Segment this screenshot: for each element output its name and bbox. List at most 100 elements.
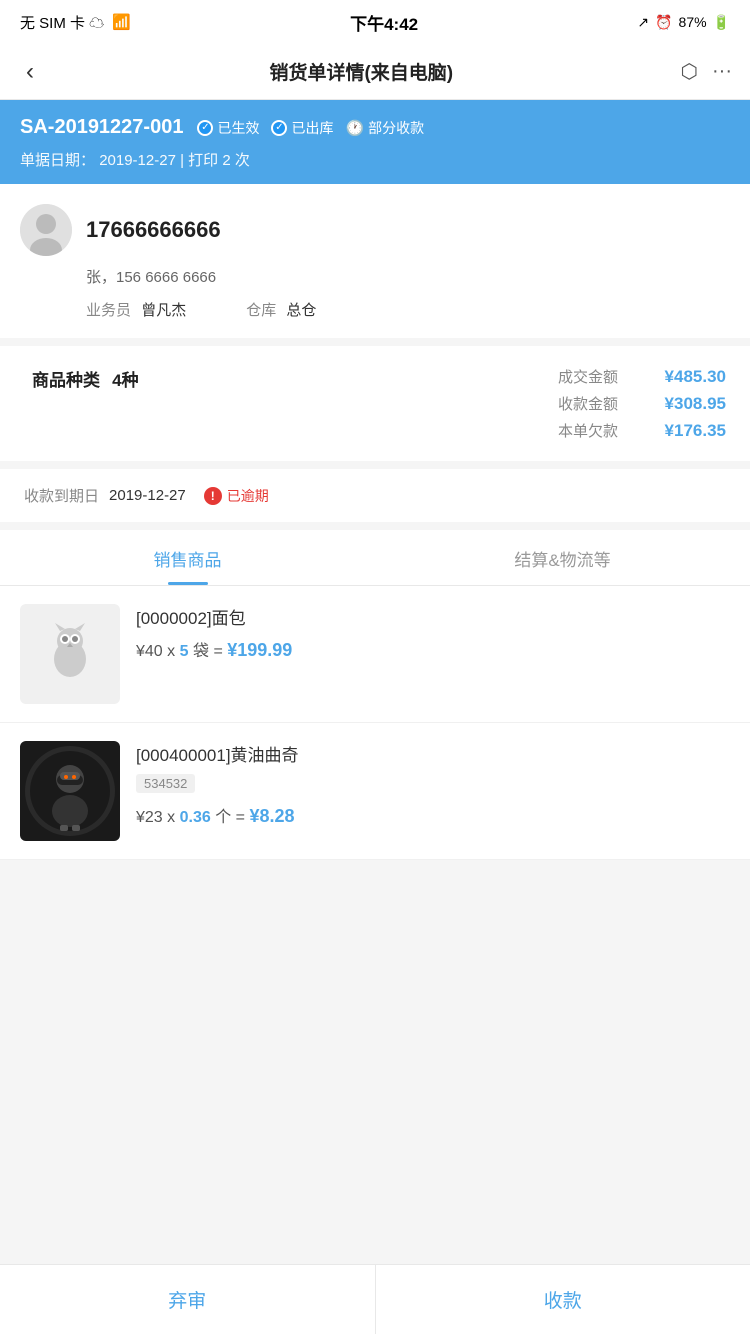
- sales-name: 曾凡杰: [141, 302, 186, 319]
- doc-date: 2019-12-27: [99, 152, 176, 169]
- product-price-1: ¥40 x 5 袋 = ¥199.99: [136, 637, 730, 661]
- alarm-icon: ⏰: [655, 14, 672, 31]
- sales-label: 业务员: [86, 302, 131, 319]
- product-price-val-2: ¥23: [136, 809, 163, 826]
- product-item-2: [000400001]黄油曲奇 534532 ¥23 x 0.36 个 = ¥8…: [0, 723, 750, 860]
- product-image-1: [35, 619, 105, 689]
- product-equals-2: =: [236, 809, 250, 826]
- product-info-2: [000400001]黄油曲奇 534532 ¥23 x 0.36 个 = ¥8…: [136, 741, 730, 827]
- avatar: [20, 204, 72, 256]
- doc-header: SA-20191227-001 ✓ 已生效 ✓ 已出库 🕐 部分收款 单据日期：…: [0, 100, 750, 184]
- owed-value: ¥176.35: [636, 421, 726, 441]
- battery-percent: 87%: [679, 14, 707, 30]
- overdue-text: 已逾期: [227, 486, 269, 506]
- overdue-icon: !: [204, 487, 222, 505]
- product-price-x-2: x: [167, 809, 179, 826]
- status-bar: 无 SIM 卡 ☁ 📶 下午4:42 ↗ ⏰ 87% 🔋: [0, 0, 750, 44]
- product-image-2: [25, 746, 115, 836]
- summary-section: 商品种类 4种 成交金额 ¥485.30 收款金额 ¥308.95 本单欠款 ¥…: [0, 346, 750, 461]
- battery-icon: 🔋: [713, 14, 730, 31]
- back-button[interactable]: ‹: [18, 50, 42, 94]
- product-sku-2: 534532: [136, 774, 195, 793]
- tab-sales-products[interactable]: 销售商品: [0, 530, 375, 585]
- collected-value: ¥308.95: [636, 394, 726, 414]
- product-info-1: [0000002]面包 ¥40 x 5 袋 = ¥199.99: [136, 604, 730, 661]
- type-label: 商品种类: [32, 371, 100, 390]
- product-dark-img: [30, 751, 110, 831]
- due-date: 2019-12-27: [109, 487, 186, 504]
- wifi-icon: 📶: [112, 13, 131, 31]
- product-unit-1: 袋: [193, 643, 209, 660]
- product-price-val-1: ¥40: [136, 643, 163, 660]
- customer-phone: 17666666666: [86, 217, 221, 243]
- product-thumb-1: [20, 604, 120, 704]
- doc-header-row2: 单据日期： 2019-12-27 | 打印 2 次: [20, 149, 730, 170]
- nav-actions: ⬡ ···: [681, 59, 732, 84]
- product-list: [0000002]面包 ¥40 x 5 袋 = ¥199.99: [0, 586, 750, 860]
- badge-shipped: ✓ 已出库: [271, 118, 333, 138]
- product-equals-1: =: [213, 643, 227, 660]
- status-time: 下午4:42: [350, 10, 418, 35]
- status-left: 无 SIM 卡 ☁ 📶: [20, 12, 131, 33]
- warehouse-name: 总仓: [286, 302, 316, 319]
- bottom-bar: 弃审 收款: [0, 1264, 750, 1334]
- warehouse-label: 仓库: [246, 302, 276, 319]
- customer-sub: 张，156 6666 6666: [20, 266, 730, 287]
- product-total-1: ¥199.99: [227, 640, 292, 660]
- badge-active: ✓ 已生效: [197, 118, 259, 138]
- amount-label: 成交金额: [558, 366, 618, 387]
- product-qty-2: 0.36: [180, 809, 211, 826]
- badge-partial: 🕐 部分收款: [345, 118, 424, 138]
- avatar-icon: [20, 204, 72, 256]
- product-title-2: [000400001]黄油曲奇: [136, 741, 730, 766]
- print-suffix: 次: [235, 152, 250, 169]
- status-right: ↗ ⏰ 87% 🔋: [637, 14, 730, 31]
- summary-right: 成交金额 ¥485.30 收款金额 ¥308.95 本单欠款 ¥176.35: [558, 366, 726, 441]
- doc-badges: ✓ 已生效 ✓ 已出库 🕐 部分收款: [197, 118, 424, 138]
- page-title: 销货单详情(来自电脑): [42, 58, 681, 85]
- product-total-2: ¥8.28: [249, 806, 294, 826]
- product-price-x-1: x: [167, 643, 179, 660]
- sales-meta: 业务员 曾凡杰: [86, 299, 186, 320]
- location-icon: ↗: [637, 14, 649, 31]
- badge-partial-label: 部分收款: [368, 118, 424, 138]
- type-count: 4种: [112, 371, 138, 390]
- overdue-badge: ! 已逾期: [204, 486, 269, 506]
- product-unit-2: 个: [215, 809, 231, 826]
- collected-row: 收款金额 ¥308.95: [558, 393, 726, 414]
- summary-left: 商品种类 4种: [24, 366, 139, 391]
- check-icon-1: ✓: [197, 120, 213, 136]
- owed-label: 本单欠款: [558, 420, 618, 441]
- product-qty-1: 5: [180, 643, 189, 660]
- amount-row: 成交金额 ¥485.30: [558, 366, 726, 387]
- badge-shipped-label: 已出库: [291, 118, 333, 138]
- tab-settlement[interactable]: 结算&物流等: [375, 530, 750, 585]
- more-button[interactable]: ···: [712, 60, 732, 83]
- clock-icon: 🕐: [345, 119, 364, 137]
- confirm-button[interactable]: 收款: [376, 1265, 750, 1334]
- nav-bar: ‹ 销货单详情(来自电脑) ⬡ ···: [0, 44, 750, 100]
- customer-meta: 业务员 曾凡杰 仓库 总仓: [20, 299, 730, 320]
- due-section: 收款到期日 2019-12-27 ! 已逾期: [0, 469, 750, 522]
- print-count: 2: [222, 152, 230, 169]
- product-price-2: ¥23 x 0.36 个 = ¥8.28: [136, 803, 730, 827]
- customer-row1: 17666666666: [20, 204, 730, 256]
- check-icon-2: ✓: [271, 120, 287, 136]
- sim-label: 无 SIM 卡 ☁: [20, 12, 104, 33]
- collected-label: 收款金额: [558, 393, 618, 414]
- cancel-button[interactable]: 弃审: [0, 1265, 376, 1334]
- summary-row: 商品种类 4种 成交金额 ¥485.30 收款金额 ¥308.95 本单欠款 ¥…: [24, 366, 726, 441]
- print-label: | 打印: [180, 152, 218, 169]
- tabs-section: 销售商品 结算&物流等: [0, 530, 750, 586]
- due-label: 收款到期日: [24, 485, 99, 506]
- warehouse-meta: 仓库 总仓: [246, 299, 316, 320]
- badge-active-label: 已生效: [217, 118, 259, 138]
- tabs-row: 销售商品 结算&物流等: [0, 530, 750, 586]
- share-button[interactable]: ⬡: [681, 59, 698, 84]
- product-thumb-2: [20, 741, 120, 841]
- product-item-1: [0000002]面包 ¥40 x 5 袋 = ¥199.99: [0, 586, 750, 723]
- owed-row: 本单欠款 ¥176.35: [558, 420, 726, 441]
- doc-header-row1: SA-20191227-001 ✓ 已生效 ✓ 已出库 🕐 部分收款: [20, 116, 730, 139]
- product-title-1: [0000002]面包: [136, 604, 730, 629]
- date-label: 单据日期：: [20, 152, 95, 169]
